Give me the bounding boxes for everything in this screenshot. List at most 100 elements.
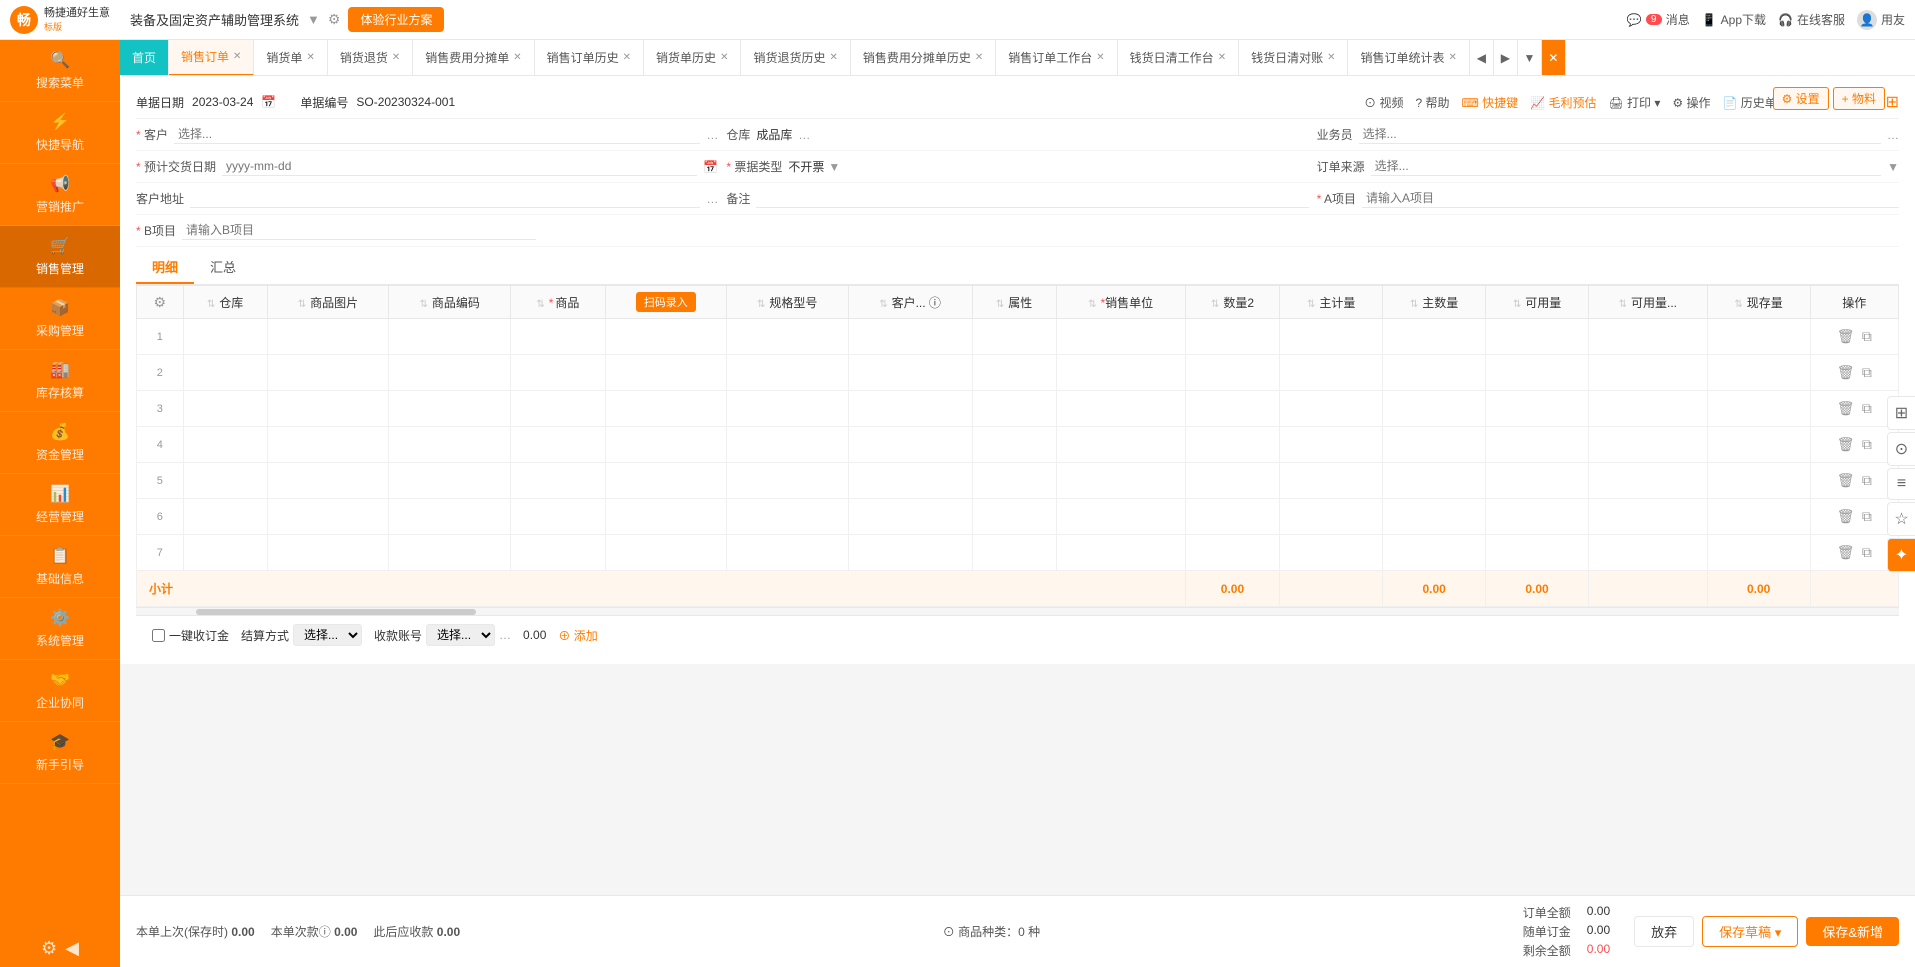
row-6-main-unit[interactable] [1280, 499, 1383, 535]
row-2-copy-icon[interactable]: ⧉ [1862, 364, 1872, 380]
online-service-btn[interactable]: 🎧 在线客服 [1778, 11, 1845, 28]
row-6-product[interactable] [511, 499, 606, 535]
row-5-spec[interactable] [726, 463, 848, 499]
tab-workbench-close[interactable]: ✕ [1096, 52, 1104, 63]
row-1-available-alt[interactable] [1589, 319, 1708, 355]
save-draft-btn[interactable]: 保存草稿 ▾ [1702, 916, 1798, 947]
row-4-available[interactable] [1486, 427, 1589, 463]
row-7-product[interactable] [511, 535, 606, 571]
row-3-attr[interactable] [972, 391, 1056, 427]
tab-order-history[interactable]: 销售订单历史 ✕ [535, 40, 644, 76]
save-new-btn[interactable]: 保存&新增 [1806, 917, 1899, 946]
tab-nav-close-all[interactable]: ✕ [1542, 40, 1566, 76]
row-4-unit[interactable] [1056, 427, 1185, 463]
row-1-spec[interactable] [726, 319, 848, 355]
sidebar-item-operations[interactable]: 📊 经营管理 [0, 474, 120, 536]
row-7-image[interactable] [267, 535, 389, 571]
row-6-warehouse[interactable] [183, 499, 267, 535]
row-3-warehouse[interactable] [183, 391, 267, 427]
row-7-customer[interactable] [848, 535, 972, 571]
row-3-qty2[interactable] [1185, 391, 1280, 427]
salesman-input[interactable] [1359, 125, 1881, 144]
tab-sales-order[interactable]: 销售订单 ✕ [169, 40, 254, 76]
row-3-available[interactable] [1486, 391, 1589, 427]
row-1-available[interactable] [1486, 319, 1589, 355]
th-scan[interactable]: 扫码录入 [605, 286, 726, 319]
row-3-image[interactable] [267, 391, 389, 427]
sidebar-item-enterprise[interactable]: 🤝 企业协同 [0, 660, 120, 722]
row-6-qty2[interactable] [1185, 499, 1280, 535]
pay-method-select[interactable]: 选择... [293, 624, 362, 646]
row-3-available-alt[interactable] [1589, 391, 1708, 427]
row-6-image[interactable] [267, 499, 389, 535]
row-4-copy-icon[interactable]: ⧉ [1862, 436, 1872, 452]
row-2-qty2[interactable] [1185, 355, 1280, 391]
row-4-available-alt[interactable] [1589, 427, 1708, 463]
tab-cash-workbench[interactable]: 钱货日清工作台 ✕ [1118, 40, 1239, 76]
row-6-available[interactable] [1486, 499, 1589, 535]
remark-input[interactable] [756, 189, 1308, 208]
row-7-spec[interactable] [726, 535, 848, 571]
row-6-current[interactable] [1707, 499, 1810, 535]
tab-home[interactable]: 首页 [120, 40, 169, 76]
customer-input[interactable] [174, 125, 700, 144]
industry-btn[interactable]: 体验行业方案 [348, 7, 444, 32]
row-4-image[interactable] [267, 427, 389, 463]
sidebar-item-marketing[interactable]: 📢 营销推广 [0, 164, 120, 226]
row-7-code[interactable] [389, 535, 511, 571]
sidebar-item-shortcuts[interactable]: ⚡ 快捷导航 [0, 102, 120, 164]
row-3-copy-icon[interactable]: ⧉ [1862, 400, 1872, 416]
row-1-copy-icon[interactable]: ⧉ [1862, 328, 1872, 344]
save-draft-dropdown[interactable]: ▾ [1775, 925, 1782, 940]
grid-view-icon[interactable]: ⊞ [1886, 92, 1899, 112]
view-video-btn[interactable]: ⊙ 视频 [1364, 94, 1403, 111]
tab-returns[interactable]: 销货退货 ✕ [328, 40, 413, 76]
tab-cash-reconcile[interactable]: 钱货日清对账 ✕ [1239, 40, 1348, 76]
row-6-unit[interactable] [1056, 499, 1185, 535]
tab-slip-history[interactable]: 销货单历史 ✕ [644, 40, 741, 76]
delivery-input[interactable] [222, 157, 697, 176]
profit-btn[interactable]: 📈 毛利预估 [1530, 94, 1596, 111]
system-dropdown-icon[interactable]: ▼ [307, 12, 320, 27]
row-2-customer[interactable] [848, 355, 972, 391]
address-input[interactable] [190, 189, 700, 208]
row-2-unit[interactable] [1056, 355, 1185, 391]
detail-tab-huizong[interactable]: 汇总 [194, 251, 252, 284]
row-4-scan[interactable] [605, 427, 726, 463]
row-2-warehouse[interactable] [183, 355, 267, 391]
sidebar-item-sales[interactable]: 🛒 销售管理 [0, 226, 120, 288]
row-2-image[interactable] [267, 355, 389, 391]
row-6-copy-icon[interactable]: ⧉ [1862, 508, 1872, 524]
row-7-main-qty[interactable] [1383, 535, 1486, 571]
row-7-unit[interactable] [1056, 535, 1185, 571]
row-1-main-qty[interactable] [1383, 319, 1486, 355]
row-5-unit[interactable] [1056, 463, 1185, 499]
row-7-delete-icon[interactable]: 🗑 [1837, 544, 1855, 560]
gear-col-icon[interactable]: ⚙ [153, 294, 166, 310]
row-1-product[interactable] [511, 319, 606, 355]
row-2-product[interactable] [511, 355, 606, 391]
row-1-scan[interactable] [605, 319, 726, 355]
row-3-current[interactable] [1707, 391, 1810, 427]
row-2-delete-icon[interactable]: 🗑 [1837, 364, 1855, 380]
add-payment-btn[interactable]: ⊕ 添加 [558, 627, 597, 644]
row-5-product[interactable] [511, 463, 606, 499]
row-5-qty2[interactable] [1185, 463, 1280, 499]
tab-sales-order-close[interactable]: ✕ [233, 51, 241, 62]
tab-cash-reconcile-close[interactable]: ✕ [1327, 52, 1335, 63]
row-4-current[interactable] [1707, 427, 1810, 463]
row-2-attr[interactable] [972, 355, 1056, 391]
row-2-available[interactable] [1486, 355, 1589, 391]
row-5-customer[interactable] [848, 463, 972, 499]
print-btn[interactable]: 🖨 打印 ▾ [1608, 94, 1660, 111]
row-5-copy-icon[interactable]: ⧉ [1862, 472, 1872, 488]
row-5-scan[interactable] [605, 463, 726, 499]
row-6-customer[interactable] [848, 499, 972, 535]
b-project-input[interactable] [182, 221, 536, 240]
row-6-main-qty[interactable] [1383, 499, 1486, 535]
tab-return-history-close[interactable]: ✕ [829, 52, 837, 63]
invoice-dropdown-icon[interactable]: ▼ [828, 160, 840, 174]
tab-return-history[interactable]: 销货退货历史 ✕ [741, 40, 850, 76]
row-7-main-unit[interactable] [1280, 535, 1383, 571]
sidebar-collapse-icon[interactable]: ◀ [65, 938, 79, 959]
